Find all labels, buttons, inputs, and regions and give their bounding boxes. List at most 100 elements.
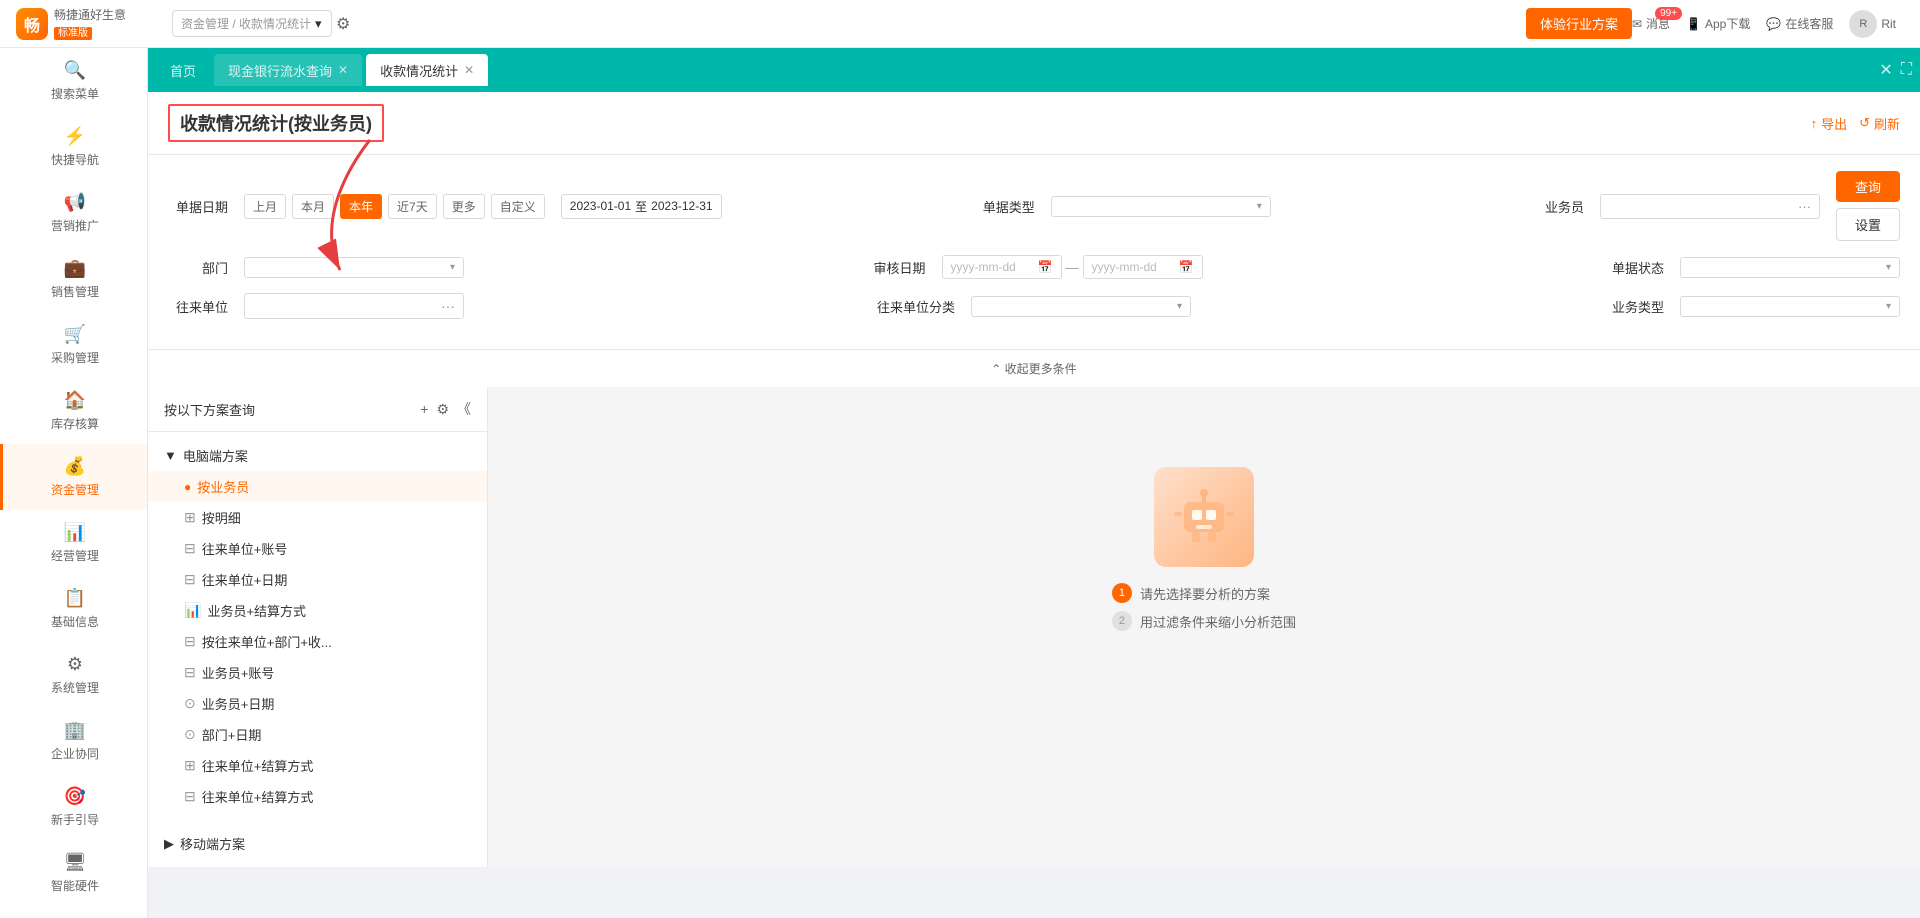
guide-icon: 🎯: [64, 786, 86, 807]
tab-home[interactable]: 首页: [156, 54, 210, 86]
export-button[interactable]: ↑ 导出: [1811, 114, 1848, 133]
tree-mobile-label: 移动端方案: [180, 834, 245, 853]
top-bar: 畅 畅捷通好生意 标准版 资金管理 / 收款情况统计 ▾ ⚙ 体验行业方案 ✉ …: [0, 0, 1920, 48]
tab-bar-right: ✕ ⛶: [1879, 60, 1912, 80]
sidebar-label-guide: 新手引导: [51, 811, 99, 828]
filter-panel: 单据日期 上月 本月 本年 近7天 更多 自定义 2023-01-01 至: [148, 155, 1920, 349]
step-num-1: 1: [1112, 583, 1132, 603]
messages-button[interactable]: ✉ 消息 99+: [1632, 15, 1670, 32]
main-data-area: 1 请先选择要分析的方案 2 用过滤条件来缩小分析范围: [488, 387, 1920, 867]
date-btn-more[interactable]: 更多: [443, 194, 485, 219]
app-download-button[interactable]: 📱 App下载: [1686, 15, 1750, 32]
review-date-start[interactable]: yyyy-mm-dd 📅: [942, 255, 1062, 279]
voucher-type-select[interactable]: ▾: [1051, 196, 1271, 217]
tree-child-unit-settlement2[interactable]: ⊟ 往来单位+结算方式: [148, 781, 487, 812]
query-button[interactable]: 查询: [1836, 171, 1900, 202]
online-service-button[interactable]: 💬 在线客服: [1766, 15, 1833, 32]
tab-fullscreen-icon[interactable]: ⛶: [1901, 61, 1912, 79]
collapse-panel-icon[interactable]: 《: [457, 399, 471, 419]
sidebar-item-purchase[interactable]: 🛒 采购管理: [0, 312, 147, 378]
from-unit-select[interactable]: ···: [244, 293, 464, 319]
sidebar-item-hardware[interactable]: 🖥 智能硬件: [0, 840, 147, 906]
sidebar-label-system: 系统管理: [51, 679, 99, 696]
sidebar-item-basic[interactable]: 📋 基础信息: [0, 576, 147, 642]
tree-child-salesman-account[interactable]: ⊟ 业务员+账号: [148, 657, 487, 688]
tree-parent-mobile[interactable]: ▶ 移动端方案: [148, 828, 487, 859]
tree-pc-label: 电脑端方案: [183, 446, 248, 465]
tab-close-receipt[interactable]: ✕: [464, 63, 474, 77]
date-btn-last-month[interactable]: 上月: [244, 194, 286, 219]
tab-close-bank[interactable]: ✕: [338, 63, 348, 77]
sidebar-label-purchase: 采购管理: [51, 349, 99, 366]
settings-gear-icon[interactable]: ⚙: [336, 14, 350, 34]
tree-parent-pc[interactable]: ▼ 电脑端方案: [148, 440, 487, 471]
unit-account-icon: ⊟: [184, 540, 196, 557]
tree-child-detail[interactable]: ⊞ 按明细: [148, 502, 487, 533]
sidebar-item-guide[interactable]: 🎯 新手引导: [0, 774, 147, 840]
refresh-button[interactable]: ↺ 刷新: [1859, 114, 1900, 133]
date-btn-custom[interactable]: 自定义: [491, 194, 545, 219]
date-btn-this-year[interactable]: 本年: [340, 194, 382, 219]
biz-type-select[interactable]: ▾: [1680, 296, 1900, 317]
sidebar-item-inventory[interactable]: 🏠 库存核算: [0, 378, 147, 444]
search-icon: 🔍: [64, 60, 86, 81]
sidebar-item-search[interactable]: 🔍 搜索菜单: [0, 48, 147, 114]
trial-button[interactable]: 体验行业方案: [1526, 8, 1632, 39]
page-title: 收款情况统计(按业务员): [168, 104, 384, 142]
quick-icon: ⚡: [64, 126, 86, 147]
content-area: 首页 现金银行流水查询 ✕ 收款情况统计 ✕ ✕ ⛶ 收款情况统计(按业务员): [148, 48, 1920, 918]
left-panel-title: 按以下方案查询: [164, 400, 412, 419]
tree-child-salesman-date[interactable]: ⊙ 业务员+日期: [148, 688, 487, 719]
tree-child-unit-dept-receipt[interactable]: ⊟ 按往来单位+部门+收...: [148, 626, 487, 657]
tab-receipt[interactable]: 收款情况统计 ✕: [366, 54, 488, 86]
detail-scheme-icon: ⊞: [184, 509, 196, 526]
filter-row-3: 往来单位 ··· 往来单位分类 ▾ 业务类型: [168, 293, 1900, 319]
review-date-end[interactable]: yyyy-mm-dd 📅: [1083, 255, 1203, 279]
voucher-status-select[interactable]: ▾: [1680, 257, 1900, 278]
sidebar-item-sales[interactable]: 💼 销售管理: [0, 246, 147, 312]
date-btn-this-month[interactable]: 本月: [292, 194, 334, 219]
date-btn-7days[interactable]: 近7天: [388, 194, 437, 219]
sidebar-item-corp[interactable]: 🏢 企业协同: [0, 708, 147, 774]
tab-bank[interactable]: 现金银行流水查询 ✕: [214, 54, 362, 86]
salesman-select[interactable]: ···: [1600, 194, 1820, 219]
collapse-bar[interactable]: ⌃ 收起更多条件: [148, 349, 1920, 387]
breadcrumb-nav[interactable]: 资金管理 / 收款情况统计 ▾: [172, 10, 332, 37]
set-button[interactable]: 设置: [1836, 208, 1900, 241]
tree-child-salesman[interactable]: ● 按业务员: [148, 471, 487, 502]
message-icon: ✉: [1632, 17, 1642, 31]
tab-close-all-icon[interactable]: ✕: [1879, 60, 1892, 80]
user-avatar[interactable]: R Rit: [1849, 10, 1896, 38]
sidebar-item-finance[interactable]: 💰 资金管理: [0, 444, 147, 510]
sidebar: 🔍 搜索菜单 ⚡ 快捷导航 📢 营销推广 💼 销售管理 🛒 采购管理 🏠 库存核…: [0, 48, 148, 918]
robot-svg: [1164, 477, 1244, 557]
date-label: 单据日期: [168, 197, 228, 216]
logo-area: 畅 畅捷通好生意 标准版: [16, 8, 164, 40]
tree-child-unit-settlement1[interactable]: ⊞ 往来单位+结算方式: [148, 750, 487, 781]
scheme-settings-icon[interactable]: ⚙: [436, 401, 449, 418]
tree-child-unit-date[interactable]: ⊟ 往来单位+日期: [148, 564, 487, 595]
tree-child-salesman-settlement[interactable]: 📊 业务员+结算方式: [148, 595, 487, 626]
tree-pc-arrow: ▼: [164, 448, 177, 463]
sidebar-item-operations[interactable]: 📊 经营管理: [0, 510, 147, 576]
query-btn-group: 查询 设置: [1836, 171, 1900, 241]
add-scheme-icon[interactable]: +: [420, 401, 428, 417]
marketing-icon: 📢: [64, 192, 86, 213]
calendar-icon-1: 📅: [1038, 260, 1053, 274]
empty-icon: [1154, 467, 1254, 567]
sidebar-item-system[interactable]: ⚙ 系统管理: [0, 642, 147, 708]
sidebar-item-quick[interactable]: ⚡ 快捷导航: [0, 114, 147, 180]
tree-child-unit-account[interactable]: ⊟ 往来单位+账号: [148, 533, 487, 564]
voucher-status-arrow: ▾: [1886, 262, 1891, 273]
review-date-input-group: yyyy-mm-dd 📅 — yyyy-mm-dd 📅: [942, 255, 1203, 279]
salesman-more-dots: ···: [1798, 199, 1811, 214]
sidebar-item-wechat[interactable]: 💬 企业微信: [0, 906, 147, 918]
salesman-scheme-icon: ●: [184, 480, 191, 494]
tree-child-dept-date[interactable]: ⊙ 部门+日期: [148, 719, 487, 750]
salesman-account-icon: ⊟: [184, 664, 196, 681]
dept-select[interactable]: ▾: [244, 257, 464, 278]
voucher-type-arrow: ▾: [1257, 201, 1262, 212]
from-unit-category-select[interactable]: ▾: [971, 296, 1191, 317]
sidebar-label-hardware: 智能硬件: [51, 877, 99, 894]
sidebar-item-marketing[interactable]: 📢 营销推广: [0, 180, 147, 246]
